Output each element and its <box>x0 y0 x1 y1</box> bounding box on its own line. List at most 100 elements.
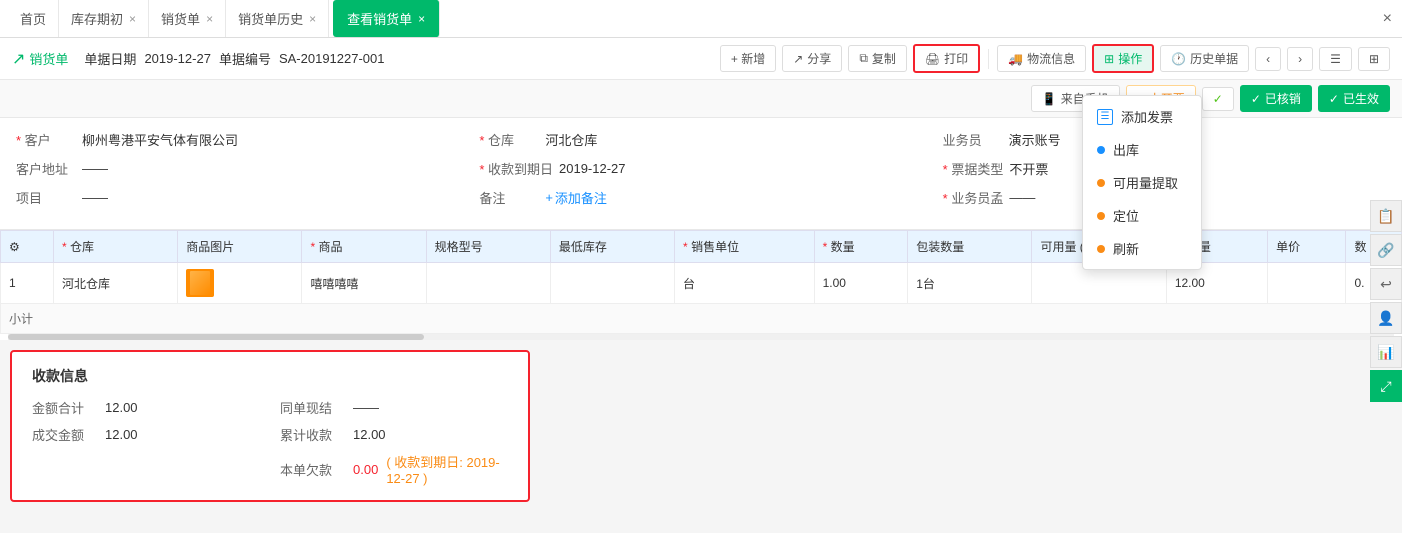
ticket-type-label: 票据类型 <box>943 159 1004 178</box>
cell-product-img <box>178 263 302 304</box>
staff-label: 业务员孟 <box>943 188 1004 207</box>
address-field: 客户地址 —— <box>16 159 459 178</box>
effective-check-icon: ✓ <box>1329 92 1339 106</box>
tab-view-sales-label: 查看销货单 <box>347 9 412 28</box>
customer-value: 柳州粤港平安气体有限公司 <box>82 130 238 149</box>
list-view-button[interactable]: ☰ <box>1319 47 1352 71</box>
confirmed-check-icon: ✓ <box>1251 92 1261 106</box>
nav-prev-button[interactable]: ‹ <box>1255 47 1281 71</box>
dropdown-outbound[interactable]: 出库 <box>1083 133 1201 166</box>
outbound-icon <box>1097 146 1105 154</box>
print-label: 打印 <box>944 50 968 67</box>
transaction-label: 成交金额 <box>32 425 97 444</box>
dropdown-available-pick[interactable]: 可用量提取 <box>1083 166 1201 199</box>
history-button[interactable]: 🕐 历史单据 <box>1160 45 1249 72</box>
cell-quantity: 1.00 <box>814 263 908 304</box>
effective-button[interactable]: ✓ 已生效 <box>1318 85 1390 112</box>
tab-sales[interactable]: 销货单 × <box>149 0 226 37</box>
tab-sales-history[interactable]: 销货单历史 × <box>226 0 329 37</box>
confirmed-button[interactable]: ✓ 已核销 <box>1240 85 1312 112</box>
right-icon-clipboard[interactable]: 📋 <box>1370 200 1402 232</box>
cell-unit-price <box>1268 263 1346 304</box>
confirmed-icon: ✓ <box>1213 92 1223 106</box>
col-sales-unit: 销售单位 <box>675 231 815 263</box>
add-invoice-label: 添加发票 <box>1121 107 1173 126</box>
tab-bar: 首页 库存期初 × 销货单 × 销货单历史 × 查看销货单 × × <box>0 0 1402 38</box>
share-button[interactable]: ↗ 分享 <box>782 45 842 72</box>
remark-label: 备注 <box>479 188 539 207</box>
locate-label: 定位 <box>1113 206 1139 225</box>
available-pick-label: 可用量提取 <box>1113 173 1178 192</box>
right-icon-expand[interactable]: ⤢ <box>1370 370 1402 402</box>
right-icon-chart[interactable]: 📊 <box>1370 336 1402 368</box>
tab-sales-history-label: 销货单历史 <box>238 9 303 28</box>
tab-sales-label: 销货单 <box>161 9 200 28</box>
col-product: 商品 <box>302 231 426 263</box>
new-button[interactable]: + 新增 <box>720 45 776 72</box>
amount-value: 12.00 <box>105 400 138 415</box>
tab-sales-history-close[interactable]: × <box>309 12 316 26</box>
doc-no-label: 单据编号 <box>219 49 271 68</box>
tab-home[interactable]: 首页 <box>8 0 59 37</box>
current-owed-value: 0.00 <box>353 462 378 477</box>
payment-date-value: 2019-12-27 <box>559 161 626 176</box>
dropdown-add-invoice[interactable]: ☰ 添加发票 <box>1083 100 1201 133</box>
product-image-inner <box>190 271 210 295</box>
transaction-value: 12.00 <box>105 427 138 442</box>
share-label: 分享 <box>807 50 831 67</box>
staff-value: —— <box>1009 190 1035 205</box>
confirmed-icon-area[interactable]: ✓ <box>1202 87 1234 111</box>
cell-sales-unit: 台 <box>675 263 815 304</box>
right-icon-link[interactable]: 🔗 <box>1370 234 1402 266</box>
tab-home-label: 首页 <box>20 9 46 28</box>
tab-sales-close[interactable]: × <box>206 12 213 26</box>
effective-label: 已生效 <box>1343 90 1379 107</box>
col-spec: 规格型号 <box>426 231 550 263</box>
doc-title-area: ↗ 销货单 单据日期 2019-12-27 单据编号 SA-20191227-0… <box>12 49 712 69</box>
window-close-button[interactable]: × <box>1383 10 1392 28</box>
operate-button[interactable]: ⊞ 操作 <box>1092 44 1154 73</box>
tab-view-sales-close[interactable]: × <box>418 12 425 26</box>
operate-dropdown: ☰ 添加发票 出库 可用量提取 定位 刷新 <box>1082 95 1202 270</box>
address-label: 客户地址 <box>16 159 76 178</box>
right-icon-user[interactable]: 👤 <box>1370 302 1402 334</box>
tab-inventory[interactable]: 库存期初 × <box>59 0 149 37</box>
copy-icon: ⧉ <box>859 51 868 66</box>
warehouse-value: 河北仓库 <box>545 130 597 149</box>
col-settings[interactable]: ⚙ <box>1 231 54 263</box>
tab-inventory-close[interactable]: × <box>129 12 136 26</box>
doc-type-text: 销货单 <box>29 49 68 68</box>
cell-no: 1 <box>1 263 54 304</box>
salesperson-value: 演示账号 <box>1009 130 1061 149</box>
copy-button[interactable]: ⧉ 复制 <box>848 45 907 72</box>
add-remark-button[interactable]: 添加备注 <box>545 188 607 207</box>
add-invoice-icon: ☰ <box>1097 109 1113 125</box>
settlement-value: —— <box>353 400 379 415</box>
print-button[interactable]: 🖨 打印 <box>913 44 980 73</box>
right-icon-return[interactable]: ↩ <box>1370 268 1402 300</box>
doc-type-label: ↗ 销货单 <box>12 49 68 69</box>
current-owed-label: 本单欠款 <box>280 460 345 479</box>
toolbar-actions: + 新增 ↗ 分享 ⧉ 复制 🖨 打印 🚚 物流信息 ⊞ 操作 🕐 历史单据 ‹… <box>720 44 1390 73</box>
payment-date-field: 收款到期日 2019-12-27 <box>479 159 922 178</box>
dropdown-refresh[interactable]: 刷新 <box>1083 232 1201 265</box>
table-body: 1 河北仓库 嘻嘻嘻嘻 台 1.00 1台 12.00 0. 小计 <box>1 263 1402 334</box>
copy-label: 复制 <box>872 50 896 67</box>
grid-view-button[interactable]: ⊞ <box>1358 47 1390 71</box>
col-min-stock: 最低库存 <box>550 231 674 263</box>
accumulated-value: 12.00 <box>353 427 386 442</box>
horizontal-scrollbar[interactable] <box>8 334 1394 340</box>
tab-view-sales[interactable]: 查看销货单 × <box>333 0 440 37</box>
subtotal-row: 小计 <box>1 304 1402 334</box>
logistics-button[interactable]: 🚚 物流信息 <box>997 45 1086 72</box>
col-product-img: 商品图片 <box>178 231 302 263</box>
history-label: 历史单据 <box>1190 50 1238 67</box>
dropdown-locate[interactable]: 定位 <box>1083 199 1201 232</box>
refresh-label: 刷新 <box>1113 239 1139 258</box>
scroll-thumb[interactable] <box>8 334 424 340</box>
cell-spec <box>426 263 550 304</box>
due-date-text: ( 收款到期日: 2019-12-27 ) <box>386 452 508 486</box>
customer-field: 客户 柳州粤港平安气体有限公司 <box>16 130 459 149</box>
payment-title: 收款信息 <box>32 366 508 386</box>
nav-next-button[interactable]: › <box>1287 47 1313 71</box>
